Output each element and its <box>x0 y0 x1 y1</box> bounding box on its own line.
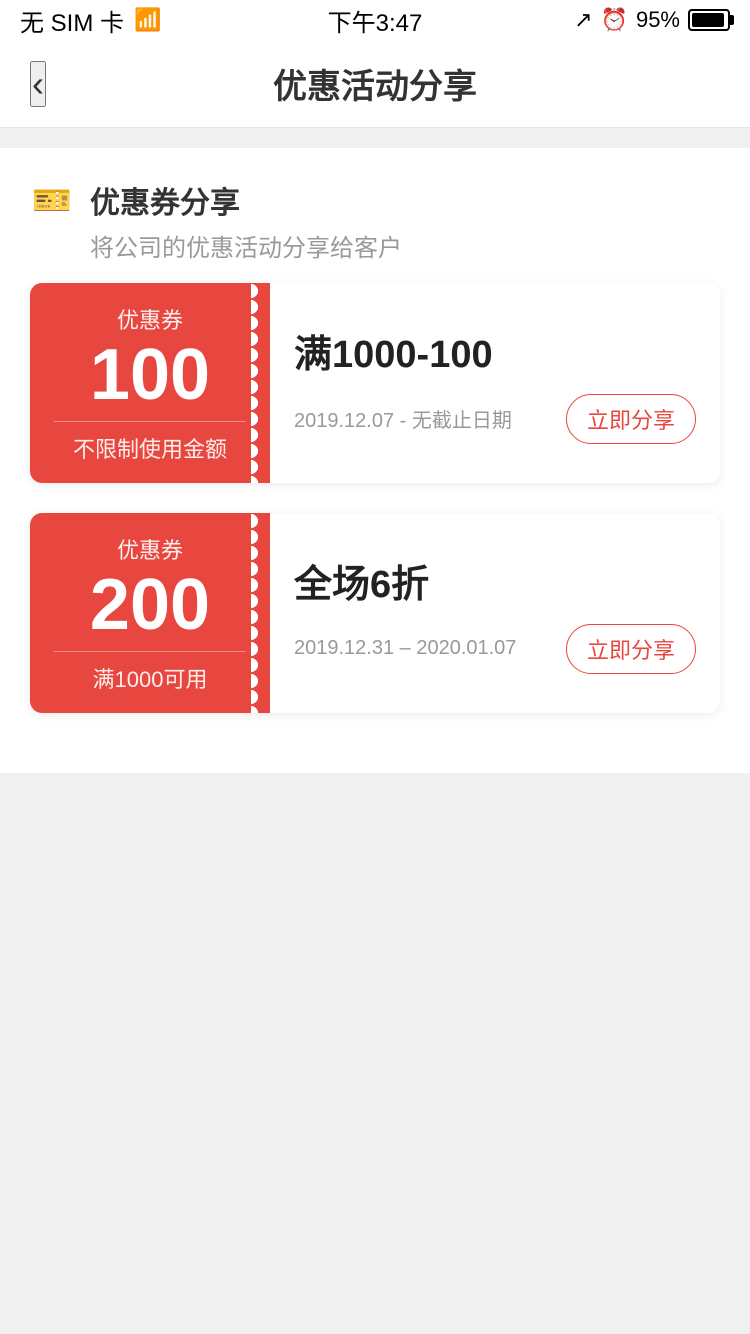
coupon-name-1: 满1000-100 <box>294 323 696 378</box>
location-icon: ↗ <box>574 7 592 33</box>
battery-percent: 95% <box>636 7 680 33</box>
section-text-group: 优惠券分享 将公司的优惠活动分享给客户 <box>90 178 402 263</box>
coupon-date-2: 2019.12.31 – 2020.01.07 <box>294 637 556 660</box>
coupon-date-share-1: 2019.12.07 - 无截止日期 立即分享 <box>294 394 696 444</box>
coupon-type-2: 优惠券 <box>117 533 183 565</box>
coupon-right-1: 满1000-100 2019.12.07 - 无截止日期 立即分享 <box>270 283 720 483</box>
coupon-amount-2: 200 <box>90 569 210 641</box>
nav-bar: ‹ 优惠活动分享 <box>0 40 750 128</box>
coupon-condition-1: 不限制使用金额 <box>73 432 227 464</box>
status-bar: 无 SIM 卡 📶 下午3:47 ↗ ⏰ 95% <box>0 0 750 40</box>
section-subtitle: 将公司的优惠活动分享给客户 <box>90 228 402 263</box>
coupon-name-2: 全场6折 <box>294 553 696 608</box>
top-divider <box>0 128 750 148</box>
back-button[interactable]: ‹ <box>30 61 46 107</box>
coupon-right-2: 全场6折 2019.12.31 – 2020.01.07 立即分享 <box>270 513 720 713</box>
share-button-2[interactable]: 立即分享 <box>566 624 696 674</box>
wifi-icon: 📶 <box>134 7 161 33</box>
status-right: ↗ ⏰ 95% <box>574 7 730 33</box>
alarm-icon: ⏰ <box>601 7 628 33</box>
coupon-left-2: 优惠券 200 满1000可用 <box>30 513 270 713</box>
coupon-list: 优惠券 100 不限制使用金额 满1000-100 2019.12.07 - 无… <box>0 283 750 773</box>
section-header: 🎫 优惠券分享 将公司的优惠活动分享给客户 <box>0 148 750 283</box>
section-title: 优惠券分享 <box>90 178 402 222</box>
coupon-divider-2 <box>54 651 246 652</box>
coupon-left-1: 优惠券 100 不限制使用金额 <box>30 283 270 483</box>
share-button-1[interactable]: 立即分享 <box>566 394 696 444</box>
coupon-condition-2: 满1000可用 <box>93 662 208 694</box>
status-time: 下午3:47 <box>328 3 423 38</box>
coupon-date-share-2: 2019.12.31 – 2020.01.07 立即分享 <box>294 624 696 674</box>
coupon-card-2: 优惠券 200 满1000可用 全场6折 2019.12.31 – 2020.0… <box>30 513 720 713</box>
coupon-divider-1 <box>54 421 246 422</box>
page-title: 优惠活动分享 <box>273 59 477 108</box>
coupon-date-1: 2019.12.07 - 无截止日期 <box>294 404 556 433</box>
status-left: 无 SIM 卡 📶 <box>20 3 161 38</box>
coupon-card-1: 优惠券 100 不限制使用金额 满1000-100 2019.12.07 - 无… <box>30 283 720 483</box>
coupon-section-icon: 🎫 <box>30 178 74 222</box>
carrier-text: 无 SIM 卡 <box>20 3 124 38</box>
battery-icon <box>688 9 730 31</box>
coupon-amount-1: 100 <box>90 339 210 411</box>
coupon-type-1: 优惠券 <box>117 303 183 335</box>
bottom-background <box>0 773 750 1273</box>
